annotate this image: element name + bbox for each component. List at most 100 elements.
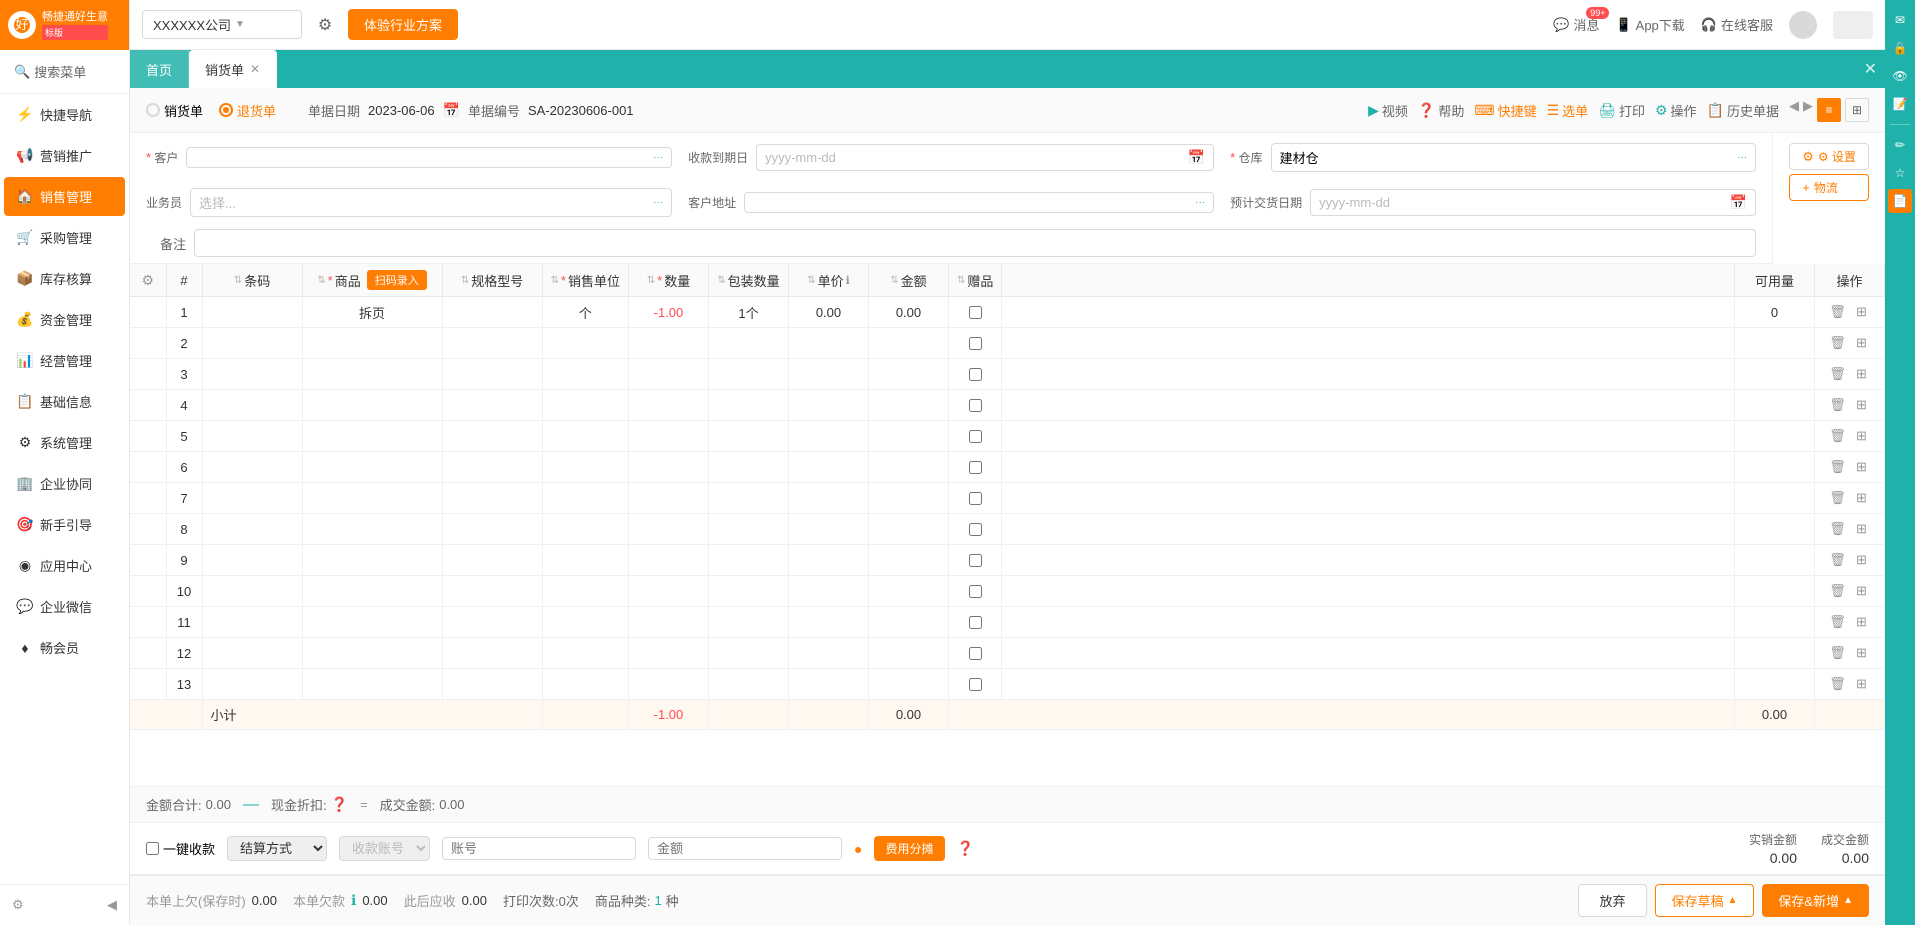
doc-type-sales[interactable]: 销货单 <box>146 101 203 120</box>
row-amount-cell[interactable] <box>868 390 948 421</box>
row-product-cell[interactable] <box>302 545 442 576</box>
sidebar-item-system[interactable]: ⚙ 系统管理 <box>4 423 125 462</box>
row-qty-cell[interactable] <box>628 545 708 576</box>
copy-row-btn[interactable]: ⊞ <box>1852 643 1872 663</box>
payment-method-select[interactable]: 结算方式 <box>227 836 327 861</box>
row-price-cell[interactable] <box>788 328 868 359</box>
th-settings[interactable]: ⚙ <box>130 264 166 297</box>
gift-checkbox[interactable] <box>969 585 982 598</box>
row-spec-cell[interactable] <box>442 297 542 328</box>
barcode-sort-icon[interactable]: ⇅ <box>234 275 242 286</box>
row-desc-cell[interactable] <box>1002 297 1735 328</box>
copy-row-btn[interactable]: ⊞ <box>1852 519 1872 539</box>
row-barcode-cell[interactable] <box>202 576 302 607</box>
row-spec-cell[interactable] <box>442 576 542 607</box>
row-barcode-cell[interactable] <box>202 483 302 514</box>
delete-row-btn[interactable]: 🗑 <box>1828 519 1848 539</box>
row-desc-cell[interactable] <box>1002 638 1735 669</box>
copy-row-btn[interactable]: ⊞ <box>1852 581 1872 601</box>
row-pkg-cell[interactable] <box>708 514 788 545</box>
row-spec-cell[interactable] <box>442 452 542 483</box>
row-amount-cell[interactable] <box>868 514 948 545</box>
sidebar-item-finance[interactable]: 💰 资金管理 <box>4 300 125 339</box>
doc-type-return[interactable]: 退货单 <box>219 101 276 120</box>
row-qty-cell[interactable] <box>628 607 708 638</box>
row-amount-cell[interactable]: 0.00 <box>868 297 948 328</box>
sidebar-item-quick-nav[interactable]: ⚡ 快捷导航 <box>4 95 125 134</box>
row-desc-cell[interactable] <box>1002 359 1735 390</box>
rp-edit-btn[interactable]: ✏ <box>1888 133 1912 157</box>
filter-btn[interactable]: ☰ 选单 <box>1547 101 1589 120</box>
remarks-input[interactable] <box>194 229 1756 257</box>
gift-checkbox[interactable] <box>969 523 982 536</box>
delete-row-btn[interactable]: 🗑 <box>1828 612 1848 632</box>
row-unit-cell[interactable] <box>542 359 628 390</box>
row-barcode-cell[interactable] <box>202 328 302 359</box>
row-desc-cell[interactable] <box>1002 421 1735 452</box>
abandon-button[interactable]: 放弃 <box>1578 884 1646 917</box>
delete-row-btn[interactable]: 🗑 <box>1828 550 1848 570</box>
row-qty-cell[interactable]: -1.00 <box>628 297 708 328</box>
row-unit-cell[interactable] <box>542 452 628 483</box>
delete-row-btn[interactable]: 🗑 <box>1828 302 1848 322</box>
delete-row-btn[interactable]: 🗑 <box>1828 488 1848 508</box>
gift-checkbox[interactable] <box>969 430 982 443</box>
row-price-cell[interactable] <box>788 514 868 545</box>
row-pkg-cell[interactable] <box>708 328 788 359</box>
row-spec-cell[interactable] <box>442 390 542 421</box>
row-desc-cell[interactable] <box>1002 390 1735 421</box>
row-barcode-cell[interactable] <box>202 638 302 669</box>
expense-split-btn[interactable]: 费用分摊 <box>874 836 944 861</box>
row-price-cell[interactable] <box>788 359 868 390</box>
row-amount-cell[interactable] <box>868 669 948 700</box>
row-product-cell[interactable] <box>302 669 442 700</box>
row-price-cell[interactable] <box>788 421 868 452</box>
row-spec-cell[interactable] <box>442 545 542 576</box>
unit-sort-icon[interactable]: ⇅ <box>551 275 559 286</box>
prev-icon[interactable]: ◀ <box>1789 98 1799 122</box>
row-qty-cell[interactable] <box>628 638 708 669</box>
sidebar-search-area[interactable]: 🔍 搜索菜单 <box>0 50 129 94</box>
row-price-cell[interactable] <box>788 638 868 669</box>
row-unit-cell[interactable] <box>542 390 628 421</box>
row-amount-cell[interactable] <box>868 452 948 483</box>
grid-view-btn[interactable]: ⊞ <box>1845 98 1869 122</box>
payment-account-input[interactable] <box>442 837 636 860</box>
gift-checkbox[interactable] <box>969 554 982 567</box>
gift-checkbox[interactable] <box>969 616 982 629</box>
delete-row-btn[interactable]: 🗑 <box>1828 674 1848 694</box>
row-unit-cell[interactable] <box>542 483 628 514</box>
row-pkg-cell[interactable] <box>708 452 788 483</box>
row-pkg-cell[interactable]: 1个 <box>708 297 788 328</box>
topbar-gear-btn[interactable]: ⚙ <box>310 10 340 40</box>
copy-row-btn[interactable]: ⊞ <box>1852 395 1872 415</box>
row-spec-cell[interactable] <box>442 328 542 359</box>
row-amount-cell[interactable] <box>868 483 948 514</box>
date-calendar-icon[interactable]: 📅 <box>443 102 460 119</box>
sidebar-item-inventory[interactable]: 📦 库存核算 <box>4 259 125 298</box>
row-spec-cell[interactable] <box>442 514 542 545</box>
sidebar-item-operations[interactable]: 📊 经营管理 <box>4 341 125 380</box>
row-barcode-cell[interactable] <box>202 421 302 452</box>
row-price-cell[interactable] <box>788 483 868 514</box>
sidebar-item-app-center[interactable]: ◉ 应用中心 <box>4 546 125 585</box>
row-price-cell[interactable]: 0.00 <box>788 297 868 328</box>
gift-checkbox[interactable] <box>969 337 982 350</box>
sidebar-collapse-btn[interactable]: ◀ <box>103 893 121 917</box>
rp-doc-btn[interactable]: 📝 <box>1888 92 1912 116</box>
spec-sort-icon[interactable]: ⇅ <box>461 275 469 286</box>
expected-date-input[interactable]: yyyy-mm-dd 📅 <box>1310 189 1756 216</box>
row-barcode-cell[interactable] <box>202 359 302 390</box>
row-spec-cell[interactable] <box>442 607 542 638</box>
customer-input[interactable]: ··· <box>186 147 672 168</box>
sidebar-item-guide[interactable]: 🎯 新手引导 <box>4 505 125 544</box>
row-price-cell[interactable] <box>788 576 868 607</box>
row-qty-cell[interactable] <box>628 421 708 452</box>
gift-checkbox[interactable] <box>969 492 982 505</box>
row-product-cell[interactable] <box>302 514 442 545</box>
row-pkg-cell[interactable] <box>708 669 788 700</box>
expense-help-icon[interactable]: ❓ <box>957 840 974 857</box>
row-spec-cell[interactable] <box>442 638 542 669</box>
row-desc-cell[interactable] <box>1002 328 1735 359</box>
row-amount-cell[interactable] <box>868 607 948 638</box>
